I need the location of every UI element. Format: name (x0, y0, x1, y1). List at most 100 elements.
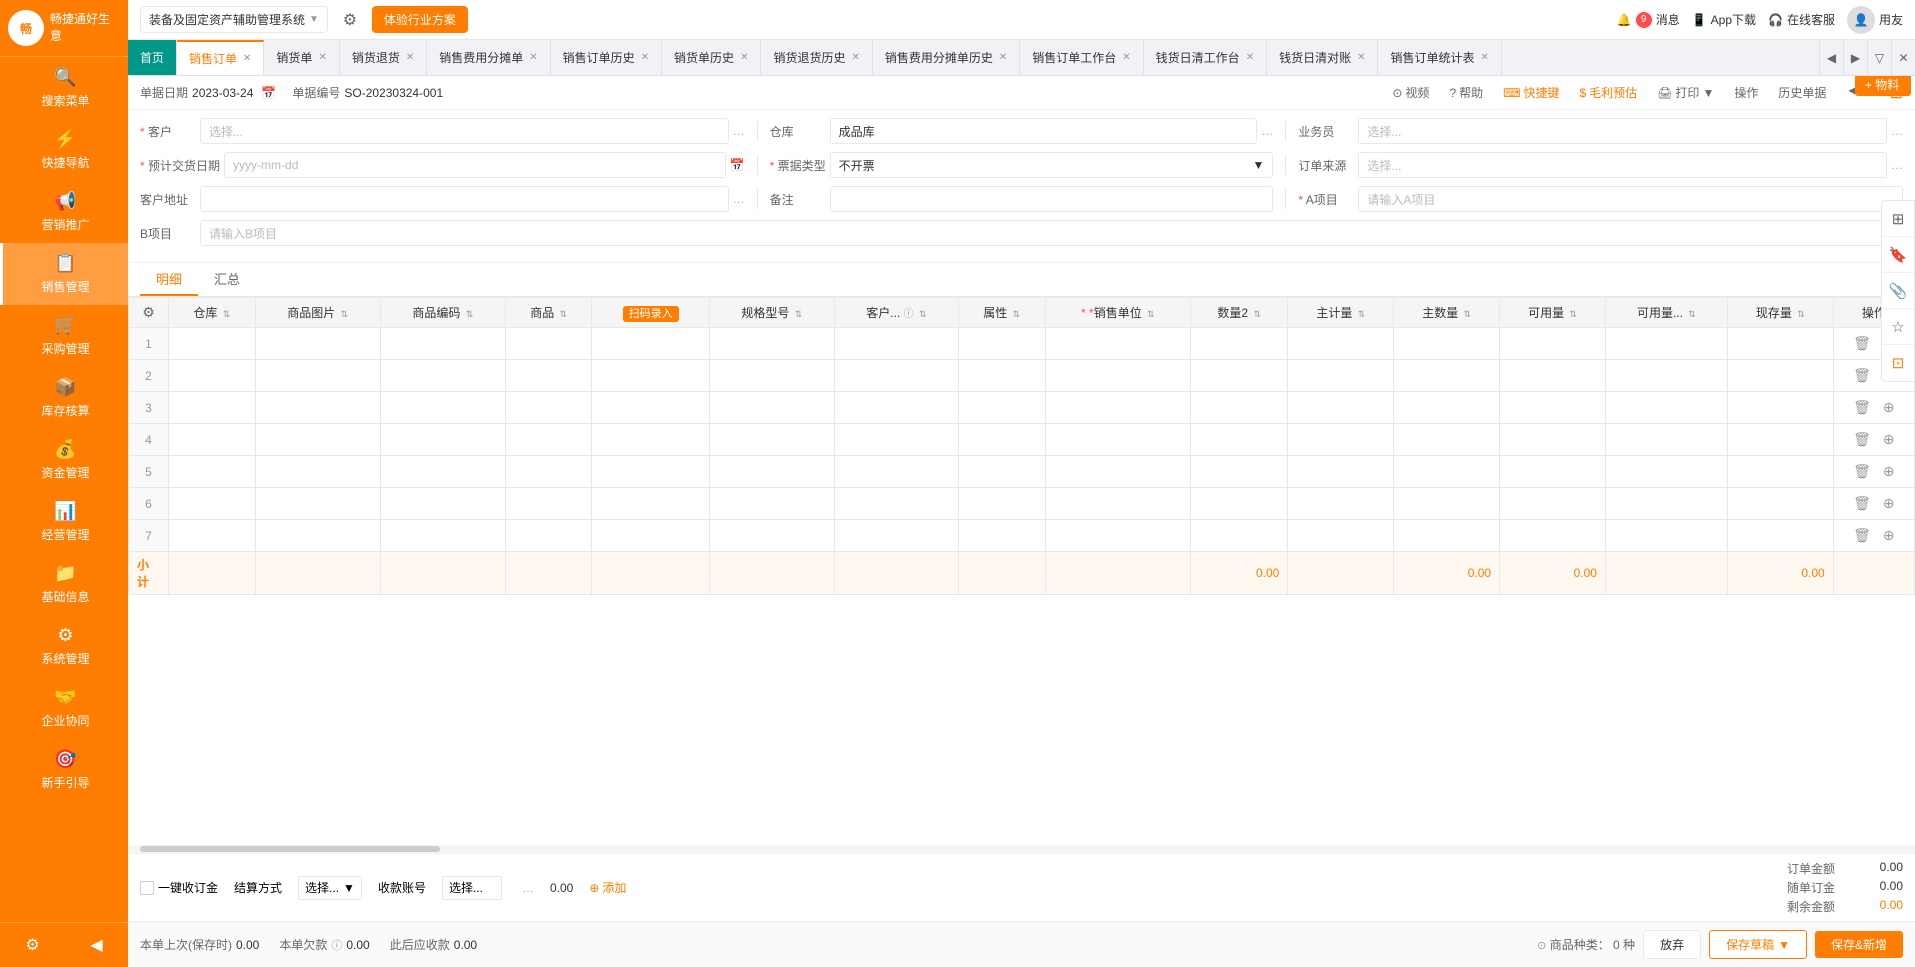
td-goods-3[interactable] (505, 392, 592, 424)
goods-type-info-icon[interactable]: ⊙ (1537, 940, 1546, 952)
td-code-4[interactable] (380, 424, 505, 456)
td-unit-1[interactable] (1045, 328, 1191, 360)
td-available-4[interactable] (1500, 424, 1606, 456)
td-qty2-4[interactable] (1191, 424, 1288, 456)
sort-icon-spec[interactable]: ⇅ (795, 309, 803, 319)
td-qty2-3[interactable] (1191, 392, 1288, 424)
tab-5[interactable]: 销售订单历史✕ (551, 40, 662, 76)
tab-1[interactable]: 销售订单✕ (177, 40, 264, 76)
th-scan[interactable]: 扫码录入 (592, 298, 709, 328)
td-spec-3[interactable] (709, 392, 834, 424)
sidebar-item-0[interactable]: 🔍 搜索菜单 (0, 57, 128, 119)
operation-btn[interactable]: 操作 (1728, 82, 1764, 103)
td-attr-4[interactable] (958, 424, 1045, 456)
app-download-link[interactable]: 📱 App下载 (1692, 11, 1756, 28)
td-available2-4[interactable] (1605, 424, 1727, 456)
td-customer_code-5[interactable] (834, 456, 958, 488)
sort-icon-available[interactable]: ⇅ (1569, 309, 1577, 319)
td-available2-3[interactable] (1605, 392, 1727, 424)
td-available2-6[interactable] (1605, 488, 1727, 520)
copy-icon-3[interactable]: ⊕ (1879, 395, 1899, 420)
order-source-more-icon[interactable]: … (1891, 158, 1903, 172)
calendar-icon[interactable]: 📅 (261, 86, 276, 100)
remark-input[interactable] (830, 186, 1274, 212)
td-image-5[interactable] (255, 456, 380, 488)
sidebar-item-7[interactable]: 📊 经营管理 (0, 491, 128, 553)
td-scan-5[interactable] (592, 456, 709, 488)
right-icon-1[interactable]: ⊞ (1882, 201, 1914, 237)
td-unit-2[interactable] (1045, 360, 1191, 392)
add-material-button[interactable]: + 物料 (1855, 76, 1911, 96)
td-warehouse-6[interactable] (169, 488, 256, 520)
td-current-1[interactable] (1727, 328, 1833, 360)
save-new-button[interactable]: 保存&新增 (1815, 931, 1903, 958)
tab-9[interactable]: 销售订单工作台✕ (1020, 40, 1143, 76)
td-main_qty-5[interactable] (1394, 456, 1500, 488)
td-goods-7[interactable] (505, 520, 592, 552)
tab-close-9[interactable]: ✕ (1122, 52, 1130, 63)
td-goods-5[interactable] (505, 456, 592, 488)
topbar-gear-icon[interactable]: ⚙ (336, 6, 364, 34)
discard-button[interactable]: 放弃 (1643, 930, 1701, 959)
tab-close-1[interactable]: ✕ (243, 53, 251, 64)
sidebar-settings-icon[interactable]: ⚙ (21, 931, 43, 959)
sidebar-item-10[interactable]: 🤝 企业协同 (0, 677, 128, 739)
print-btn[interactable]: 🖨 打印 ▼ (1651, 82, 1720, 103)
td-unit-7[interactable] (1045, 520, 1191, 552)
td-available-2[interactable] (1500, 360, 1606, 392)
col-settings-icon[interactable]: ⚙ (142, 304, 155, 320)
tab-8[interactable]: 销售费用分摊单历史✕ (873, 40, 1020, 76)
tab-close-12[interactable]: ✕ (1481, 52, 1489, 63)
tab-2[interactable]: 销货单✕ (264, 40, 339, 76)
td-image-6[interactable] (255, 488, 380, 520)
td-code-1[interactable] (380, 328, 505, 360)
td-unit-4[interactable] (1045, 424, 1191, 456)
td-available-3[interactable] (1500, 392, 1606, 424)
td-warehouse-2[interactable] (169, 360, 256, 392)
sidebar-item-8[interactable]: 📁 基础信息 (0, 553, 128, 615)
td-image-7[interactable] (255, 520, 380, 552)
sort-icon-warehouse[interactable]: ⇅ (223, 309, 231, 319)
td-current-5[interactable] (1727, 456, 1833, 488)
tab-3[interactable]: 销货退货✕ (340, 40, 427, 76)
tab-prev-icon[interactable]: ◀ (1819, 40, 1843, 76)
sort-icon-available2[interactable]: ⇅ (1688, 309, 1696, 319)
td-main_unit-7[interactable] (1288, 520, 1394, 552)
address-input[interactable] (200, 186, 729, 212)
td-current-2[interactable] (1727, 360, 1833, 392)
td-image-2[interactable] (255, 360, 380, 392)
td-qty2-2[interactable] (1191, 360, 1288, 392)
td-current-4[interactable] (1727, 424, 1833, 456)
right-icon-4[interactable]: ☆ (1882, 309, 1914, 345)
sort-icon-main_unit[interactable]: ⇅ (1358, 309, 1366, 319)
form-tab-0[interactable]: 明细 (140, 263, 198, 296)
td-qty2-6[interactable] (1191, 488, 1288, 520)
scroll-thumb[interactable] (140, 846, 440, 852)
td-scan-4[interactable] (592, 424, 709, 456)
tab-11[interactable]: 钱货日清对账✕ (1267, 40, 1378, 76)
tab-expand-icon[interactable]: ▽ (1867, 40, 1891, 76)
app-selector[interactable]: 装备及固定资产辅助管理系统 ▼ (140, 6, 328, 33)
tab-0[interactable]: 首页 (128, 40, 177, 76)
td-available2-1[interactable] (1605, 328, 1727, 360)
td-scan-3[interactable] (592, 392, 709, 424)
copy-icon-6[interactable]: ⊕ (1879, 491, 1899, 516)
sort-icon-image[interactable]: ⇅ (341, 309, 349, 319)
td-goods-1[interactable] (505, 328, 592, 360)
td-spec-6[interactable] (709, 488, 834, 520)
sort-icon-main_qty[interactable]: ⇅ (1464, 309, 1472, 319)
td-current-7[interactable] (1727, 520, 1833, 552)
sort-icon-code[interactable]: ⇅ (466, 309, 474, 319)
td-available2-2[interactable] (1605, 360, 1727, 392)
td-customer_code-7[interactable] (834, 520, 958, 552)
tab-close-3[interactable]: ✕ (406, 52, 414, 63)
td-goods-2[interactable] (505, 360, 592, 392)
td-attr-1[interactable] (958, 328, 1045, 360)
td-current-6[interactable] (1727, 488, 1833, 520)
td-main_unit-4[interactable] (1288, 424, 1394, 456)
td-warehouse-4[interactable] (169, 424, 256, 456)
salesman-more-icon[interactable]: … (1891, 124, 1903, 138)
td-available2-7[interactable] (1605, 520, 1727, 552)
sidebar-item-11[interactable]: 🎯 新手引导 (0, 739, 128, 801)
customer-more-icon[interactable]: … (733, 124, 745, 138)
